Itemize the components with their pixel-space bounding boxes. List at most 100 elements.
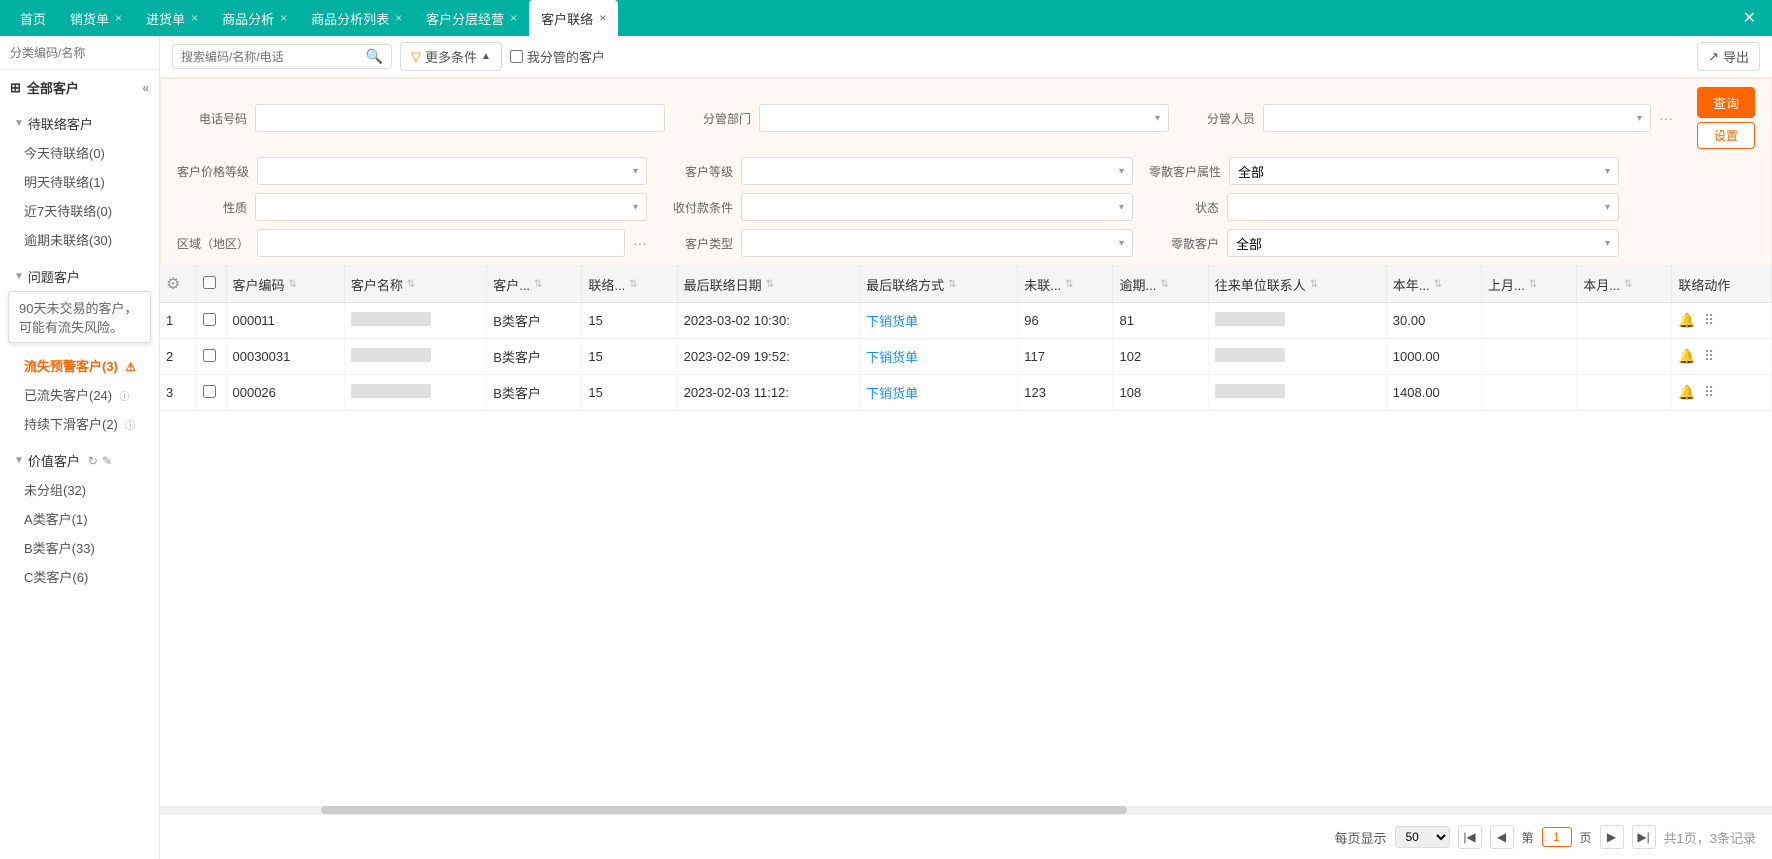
select-all-checkbox[interactable] <box>203 276 216 289</box>
sidebar-all-customers[interactable]: ⊞ 全部客户 « <box>0 70 159 105</box>
sort-icon[interactable]: ⇅ <box>1310 279 1318 290</box>
more-actions-icon[interactable]: ⠿ <box>1704 312 1714 329</box>
sort-icon[interactable]: ⇅ <box>1160 279 1168 290</box>
sidebar-item-churn-warning[interactable]: 流失预警客户(3) ⚠ <box>0 351 159 380</box>
cell-last-date: 2023-02-09 19:52: <box>677 339 859 375</box>
cell-last-method[interactable]: 下销货单 <box>860 303 1018 339</box>
sidebar-item-type-c[interactable]: C类客户(6) <box>0 562 159 591</box>
status-select[interactable]: ▾ <box>1227 193 1619 221</box>
close-customer-tier-tab[interactable]: × <box>510 11 517 25</box>
search-icon[interactable]: 🔍 <box>366 48 383 65</box>
sidebar-item-ungrouped[interactable]: 未分组(32) <box>0 475 159 504</box>
payment-select[interactable]: ▾ <box>741 193 1133 221</box>
sort-icon[interactable]: ⇅ <box>629 279 637 290</box>
refresh-icon[interactable]: ↻ <box>88 454 98 468</box>
my-customers-wrap[interactable]: 我分管的客户 <box>510 47 605 66</box>
sidebar-search-input[interactable] <box>10 46 160 60</box>
contact-icon[interactable]: 🔔 <box>1678 384 1695 401</box>
sidebar-collapse-btn[interactable]: « <box>142 81 149 95</box>
cell-checkbox[interactable] <box>196 303 226 339</box>
gear-icon[interactable]: ⚙ <box>166 276 180 293</box>
more-conditions-btn[interactable]: ▽ 更多条件 ▲ <box>400 42 502 71</box>
chevron-down-icon: ▾ <box>1119 202 1124 213</box>
person-select[interactable]: ▾ <box>1263 104 1651 132</box>
sort-icon[interactable]: ⇅ <box>766 279 774 290</box>
search-input[interactable] <box>181 50 360 64</box>
edit-icon[interactable]: ✎ <box>102 454 112 468</box>
cell-checkbox[interactable] <box>196 339 226 375</box>
cust-level-select[interactable]: ▾ <box>741 157 1133 185</box>
gender-select[interactable]: ▾ <box>255 193 647 221</box>
tab-customer-tier[interactable]: 客户分层经营 × <box>414 0 529 36</box>
tab-purchase[interactable]: 进货单 × <box>134 0 210 36</box>
sort-icon[interactable]: ⇅ <box>948 279 956 290</box>
sidebar-group-pending-title[interactable]: ▼ 待联络客户 <box>0 109 159 138</box>
customer-table: ⚙ 客户编码 ⇅ 客户名称 <box>160 266 1772 411</box>
contact-method-link[interactable]: 下销货单 <box>866 386 918 401</box>
contact-icon[interactable]: 🔔 <box>1678 312 1695 329</box>
contact-method-link[interactable]: 下销货单 <box>866 350 918 365</box>
region-dots[interactable]: ··· <box>633 235 647 251</box>
filter-zero-cust: 零散客户 全部 ▾ <box>1149 229 1619 257</box>
sort-icon[interactable]: ⇅ <box>407 279 415 290</box>
prev-page-btn[interactable]: ◀ <box>1490 825 1514 849</box>
sort-icon[interactable]: ⇅ <box>289 279 297 290</box>
query-button[interactable]: 查询 <box>1697 87 1755 118</box>
more-actions-icon[interactable]: ⠿ <box>1704 348 1714 365</box>
dept-select[interactable]: ▾ <box>759 104 1169 132</box>
tab-home[interactable]: 首页 <box>8 0 58 36</box>
sidebar-group-value-title[interactable]: ▼ 价值客户 ↻ ✎ <box>0 446 159 475</box>
tab-customer-contact[interactable]: 客户联络 × <box>529 0 618 36</box>
phone-input[interactable] <box>255 104 665 132</box>
last-page-btn[interactable]: ▶| <box>1632 825 1656 849</box>
sort-icon[interactable]: ⇅ <box>1624 279 1632 290</box>
sort-icon[interactable]: ⇅ <box>534 279 542 290</box>
contact-method-link[interactable]: 下销货单 <box>866 314 918 329</box>
region-select[interactable] <box>257 229 625 257</box>
person-dots[interactable]: ··· <box>1659 110 1673 126</box>
chevron-down-icon: ▾ <box>633 202 638 213</box>
close-sales-tab[interactable]: × <box>115 11 122 25</box>
page-size-select[interactable]: 50 100 200 <box>1395 826 1450 848</box>
zero-attr-select[interactable]: 全部 ▾ <box>1229 157 1619 185</box>
close-customer-contact-tab[interactable]: × <box>599 11 606 25</box>
tab-goods-analysis[interactable]: 商品分析 × <box>210 0 299 36</box>
next-page-btn[interactable]: ▶ <box>1600 825 1624 849</box>
sidebar-group-problem-title[interactable]: ▼ 问题客户 <box>0 262 159 291</box>
tab-sales[interactable]: 销货单 × <box>58 0 134 36</box>
contact-icon[interactable]: 🔔 <box>1678 348 1695 365</box>
more-actions-icon[interactable]: ⠿ <box>1704 384 1714 401</box>
cell-index: 1 <box>160 303 196 339</box>
global-close-button[interactable]: ✕ <box>1735 8 1764 28</box>
sidebar-item-tomorrow[interactable]: 明天待联络(1) <box>0 167 159 196</box>
horizontal-scrollbar[interactable] <box>160 806 1772 814</box>
cell-last-method[interactable]: 下销货单 <box>860 339 1018 375</box>
price-level-select[interactable]: ▾ <box>257 157 647 185</box>
zero-cust-select[interactable]: 全部 ▾ <box>1227 229 1619 257</box>
close-purchase-tab[interactable]: × <box>191 11 198 25</box>
export-btn[interactable]: ↗ 导出 <box>1697 42 1760 71</box>
cell-last-method[interactable]: 下销货单 <box>860 375 1018 411</box>
row-checkbox[interactable] <box>203 313 216 326</box>
cell-checkbox[interactable] <box>196 375 226 411</box>
row-checkbox[interactable] <box>203 385 216 398</box>
first-page-btn[interactable]: |◀ <box>1458 825 1482 849</box>
sidebar-item-week[interactable]: 近7天待联络(0) <box>0 196 159 225</box>
close-goods-list-tab[interactable]: × <box>395 11 402 25</box>
th-settings[interactable]: ⚙ <box>160 266 196 303</box>
sort-icon[interactable]: ⇅ <box>1529 279 1537 290</box>
tab-goods-list[interactable]: 商品分析列表 × <box>299 0 414 36</box>
sort-icon[interactable]: ⇅ <box>1434 279 1442 290</box>
cust-type-select[interactable]: ▾ <box>741 229 1133 257</box>
settings-button[interactable]: 设置 <box>1697 122 1755 149</box>
close-goods-analysis-tab[interactable]: × <box>280 11 287 25</box>
sidebar-item-declining[interactable]: 持续下滑客户(2) ⓘ <box>0 409 159 438</box>
sidebar-item-type-b[interactable]: B类客户(33) <box>0 533 159 562</box>
sidebar-item-churned[interactable]: 已流失客户(24) ⓘ <box>0 380 159 409</box>
row-checkbox[interactable] <box>203 349 216 362</box>
my-customers-checkbox[interactable] <box>510 50 523 63</box>
sidebar-item-type-a[interactable]: A类客户(1) <box>0 504 159 533</box>
sort-icon[interactable]: ⇅ <box>1065 279 1073 290</box>
sidebar-item-today[interactable]: 今天待联络(0) <box>0 138 159 167</box>
sidebar-item-overdue[interactable]: 逾期未联络(30) <box>0 225 159 254</box>
